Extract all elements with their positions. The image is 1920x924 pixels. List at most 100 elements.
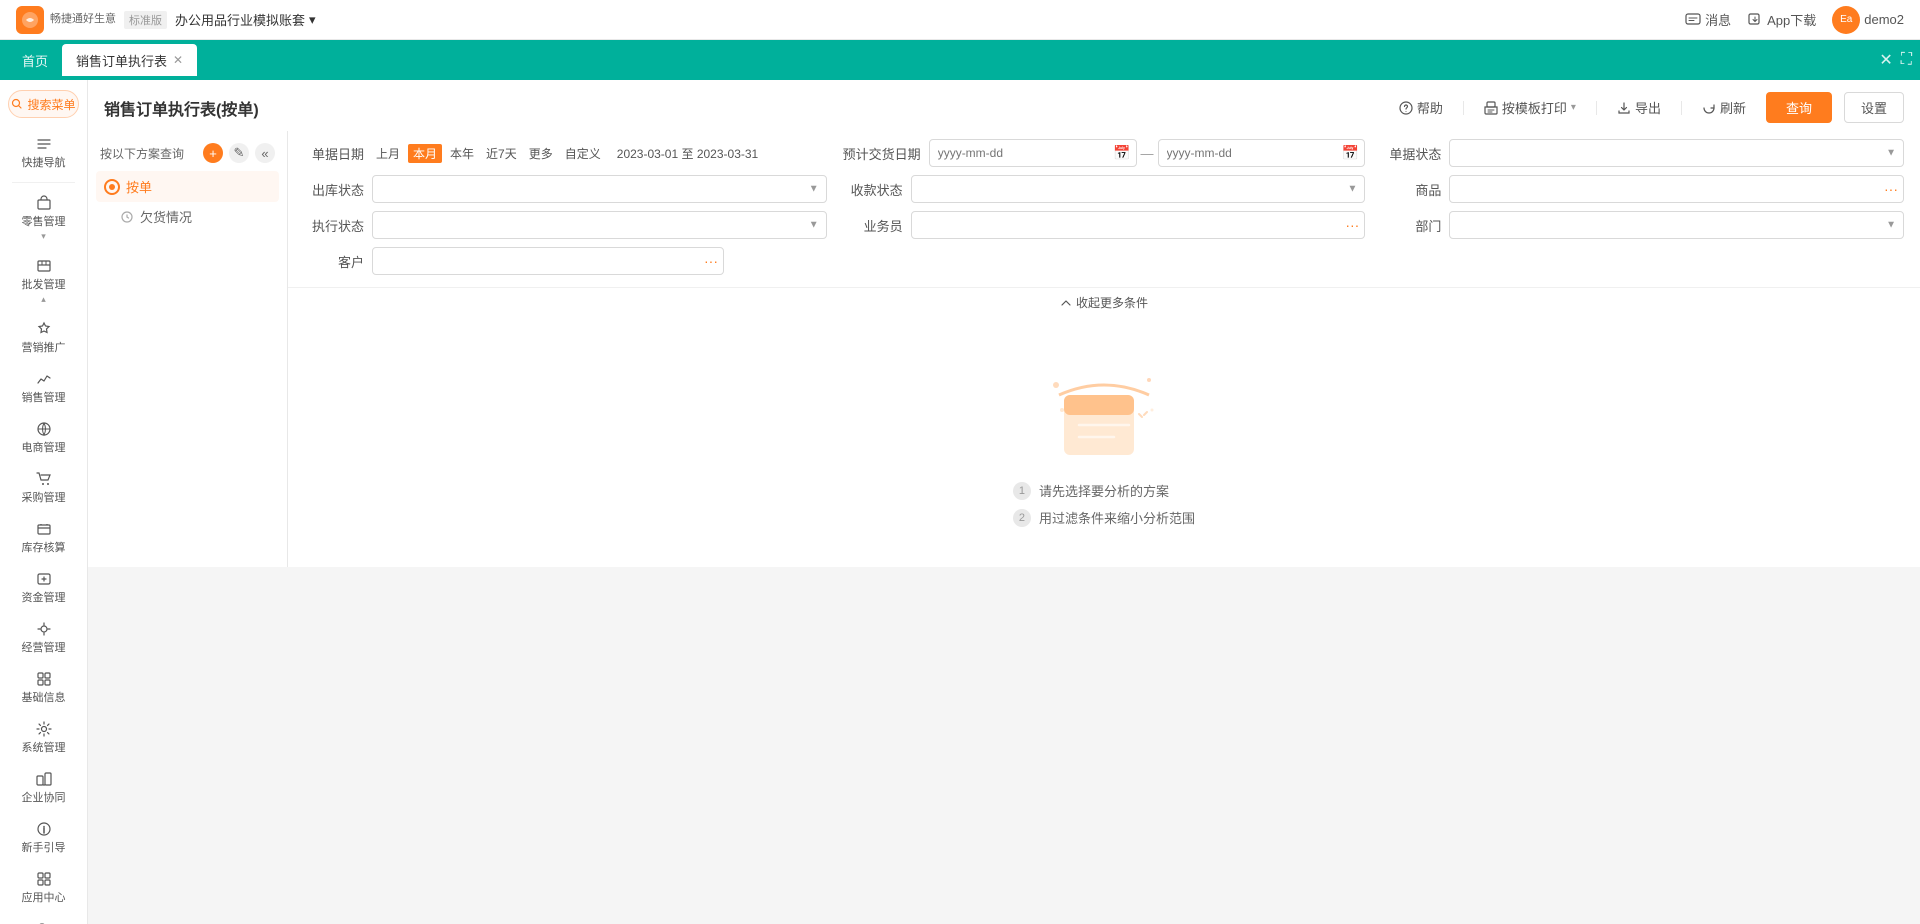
search-icon — [11, 98, 23, 110]
user-menu[interactable]: Ea demo2 — [1832, 6, 1904, 34]
empty-text: 1 请先选择要分析的方案 2 用过滤条件来缩小分析范围 — [1013, 481, 1195, 527]
product-label: 商品 — [1381, 180, 1441, 199]
order-status-select[interactable] — [1449, 139, 1904, 167]
salesperson-input-wrapper: ··· — [911, 211, 1366, 239]
top-header: 畅捷通好生意 标准版 办公用品行业模拟账套 ▾ 消息 App下载 Ea — [0, 0, 1920, 40]
query-button[interactable]: 查询 — [1766, 92, 1832, 123]
print-button[interactable]: 按模板打印 ▾ — [1476, 94, 1584, 121]
scheme-edit-button[interactable]: ✎ — [229, 143, 249, 163]
sidebar-item-app-center[interactable]: 应用中心 — [0, 863, 87, 913]
sidebar-item-enterprise[interactable]: 企业协同 — [0, 763, 87, 813]
retail-icon — [36, 195, 52, 211]
refresh-button[interactable]: 刷新 — [1694, 94, 1754, 121]
tab-close-window-icon[interactable]: ✕ — [1879, 50, 1892, 70]
sidebar-item-sales[interactable]: 销售管理 — [0, 363, 87, 413]
app-download-button[interactable]: App下载 — [1747, 10, 1816, 29]
tab-close-icon[interactable]: ✕ — [173, 54, 183, 66]
filter-row-3: 执行状态 业务员 — [304, 211, 1904, 239]
department-item: 部门 — [1381, 211, 1904, 239]
date-tab-7days[interactable]: 近7天 — [482, 144, 521, 163]
expected-date-start-wrapper: 📅 — [929, 139, 1137, 167]
data-area: 1 请先选择要分析的方案 2 用过滤条件来缩小分析范围 — [288, 325, 1920, 567]
filter-panel: 销售订单执行表(按单) 帮助 — [88, 80, 1920, 131]
order-status-item: 单据状态 — [1381, 139, 1904, 167]
customer-input[interactable] — [372, 247, 724, 275]
filter-row-2: 出库状态 收款状态 — [304, 175, 1904, 203]
customer-input-wrapper: ··· — [372, 247, 724, 275]
collection-status-label: 收款状态 — [843, 180, 903, 199]
scheme-add-button[interactable]: + — [203, 143, 223, 163]
scheme-collapse-button[interactable]: « — [255, 143, 275, 163]
logo-icon — [16, 6, 44, 34]
outbound-status-label: 出库状态 — [304, 180, 364, 199]
empty-hint-2: 2 用过滤条件来缩小分析范围 — [1013, 508, 1195, 527]
sidebar-item-sys[interactable]: 系统管理 — [0, 713, 87, 763]
tab-home[interactable]: 首页 — [8, 44, 62, 76]
sidebar: 搜索菜单 快捷导航 零售管理 ▾ — [0, 80, 88, 924]
date-tab-this-year[interactable]: 本年 — [446, 144, 478, 163]
sidebar-item-wholesale[interactable]: 批发管理 ▴ — [0, 250, 87, 313]
collapse-bar: 收起更多条件 — [288, 287, 1920, 317]
salesperson-input[interactable] — [911, 211, 1366, 239]
sidebar-item-corp-wechat[interactable]: 企业微信 — [0, 913, 87, 924]
page-content: 销售订单执行表(按单) 帮助 — [88, 80, 1920, 924]
sidebar-item-retail[interactable]: 零售管理 ▾ — [0, 187, 87, 250]
tab-sales-order[interactable]: 销售订单执行表 ✕ — [62, 44, 197, 76]
salesperson-more-icon[interactable]: ··· — [1345, 217, 1359, 233]
avatar: Ea — [1832, 6, 1860, 34]
sidebar-search-button[interactable]: 搜索菜单 — [8, 90, 79, 118]
sidebar-item-ops[interactable]: 经营管理 — [0, 613, 87, 663]
logo-area: 畅捷通好生意 — [16, 6, 116, 34]
sidebar-item-purchase[interactable]: 采购管理 — [0, 463, 87, 513]
department-select[interactable] — [1449, 211, 1904, 239]
setting-button[interactable]: 设置 — [1844, 92, 1904, 123]
sidebar-item-quick-nav[interactable]: 快捷导航 — [0, 128, 87, 178]
product-input[interactable] — [1449, 175, 1904, 203]
order-status-wrapper — [1449, 139, 1904, 167]
scheme-panel-actions: + ✎ « — [203, 143, 275, 163]
app-selector[interactable]: 办公用品行业模拟账套 ▾ — [175, 10, 316, 29]
exec-status-select[interactable] — [372, 211, 827, 239]
date-tab-this-month[interactable]: 本月 — [408, 144, 442, 163]
header-left: 畅捷通好生意 标准版 办公用品行业模拟账套 ▾ — [16, 6, 316, 34]
customer-more-icon[interactable]: ··· — [704, 253, 718, 269]
date-range-text: 2023-03-01 至 2023-03-31 — [617, 145, 758, 162]
date-tab-custom[interactable]: 自定义 — [561, 144, 605, 163]
scheme-panel-header: 按以下方案查询 + ✎ « — [96, 143, 279, 163]
header-right: 消息 App下载 Ea demo2 — [1685, 6, 1904, 34]
filter-rows: 单据日期 上月 本月 本年 近7天 更多 自定义 2023-03-01 至 20… — [288, 131, 1920, 287]
filter-row-4: 客户 ··· — [304, 247, 1904, 275]
outbound-status-select[interactable] — [372, 175, 827, 203]
scheme-item-icon — [104, 179, 120, 195]
scheme-item-debt[interactable]: 欠货情况 — [96, 202, 279, 231]
date-filter-item: 单据日期 上月 本月 本年 近7天 更多 自定义 2023-03-01 至 20… — [304, 144, 827, 163]
sidebar-item-basic[interactable]: 基础信息 — [0, 663, 87, 713]
department-wrapper — [1449, 211, 1904, 239]
sidebar-item-marketing[interactable]: 营销推广 — [0, 313, 87, 363]
collapse-button[interactable]: 收起更多条件 — [1048, 292, 1160, 313]
empty-num-2: 2 — [1013, 509, 1031, 527]
expected-date-start-input[interactable] — [929, 139, 1137, 167]
help-button[interactable]: 帮助 — [1391, 94, 1451, 121]
help-icon — [1399, 101, 1413, 115]
tab-bar: 首页 销售订单执行表 ✕ ✕ ⛶ — [0, 40, 1920, 80]
outbound-status-item: 出库状态 — [304, 175, 827, 203]
export-button[interactable]: 导出 — [1609, 94, 1669, 121]
export-icon — [1617, 101, 1631, 115]
sidebar-item-new-guide[interactable]: 新手引导 — [0, 813, 87, 863]
date-tab-last-month[interactable]: 上月 — [372, 144, 404, 163]
date-filter-label: 单据日期 — [304, 144, 364, 163]
date-tab-more[interactable]: 更多 — [525, 144, 557, 163]
tab-maximize-icon[interactable]: ⛶ — [1901, 51, 1912, 69]
collection-status-select[interactable] — [911, 175, 1366, 203]
page-title: 销售订单执行表(按单) — [104, 96, 259, 120]
sidebar-item-inventory[interactable]: 库存核算 — [0, 513, 87, 563]
expected-date-end-input[interactable] — [1158, 139, 1366, 167]
empty-hint-1: 1 请先选择要分析的方案 — [1013, 481, 1195, 500]
scheme-item-by-order[interactable]: 按单 — [96, 171, 279, 202]
product-more-icon[interactable]: ··· — [1884, 181, 1898, 197]
ops-icon — [36, 621, 52, 637]
message-button[interactable]: 消息 — [1685, 10, 1731, 29]
sidebar-item-ecom[interactable]: 电商管理 — [0, 413, 87, 463]
sidebar-item-fund[interactable]: 资金管理 — [0, 563, 87, 613]
